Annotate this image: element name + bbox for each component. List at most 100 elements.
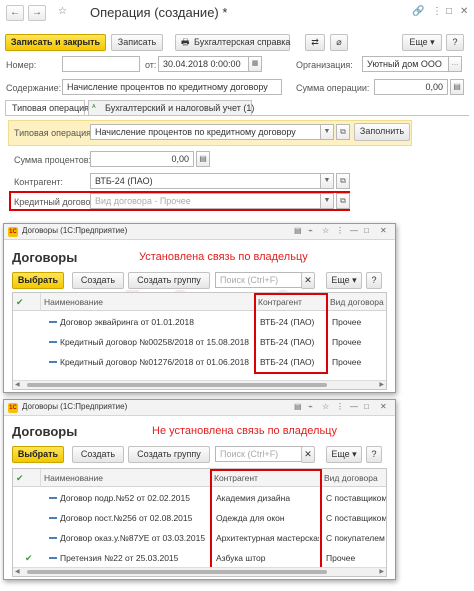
scroll-right-icon[interactable]: ▶ xyxy=(379,568,384,576)
help-button[interactable]: ? xyxy=(446,34,464,51)
table-cell-name[interactable]: Договор подр.№52 от 02.02.2015 xyxy=(57,488,211,508)
star-icon[interactable]: ☆ xyxy=(322,402,329,411)
table-cell-name[interactable]: Кредитный договор №01276/2018 от 01.06.2… xyxy=(57,352,255,372)
column-header-name[interactable]: Наименование xyxy=(41,469,211,487)
contract-field[interactable]: Вид договора - Прочее ▼ xyxy=(90,193,334,209)
forward-button[interactable]: → xyxy=(28,5,46,21)
create-group-button[interactable]: Создать группу xyxy=(128,446,210,463)
interest-calculator-icon[interactable]: ▤ xyxy=(196,151,210,167)
contract-label: Кредитный договор: xyxy=(14,197,98,207)
open-icon[interactable]: ⧉ xyxy=(336,124,350,140)
number-field[interactable] xyxy=(62,56,140,72)
create-button[interactable]: Создать xyxy=(72,272,124,289)
more-button[interactable]: Еще ▾ xyxy=(326,272,362,289)
scroll-left-icon[interactable]: ◀ xyxy=(15,381,20,389)
maximize-icon[interactable]: □ xyxy=(446,6,452,17)
link-icon[interactable]: ⌁ xyxy=(308,226,313,235)
menu-icon[interactable]: ⋮ xyxy=(336,402,344,411)
calculator-icon[interactable]: ▤ xyxy=(450,79,464,95)
org-value: Уютный дом ООО xyxy=(367,59,442,69)
close-icon[interactable]: ✕ xyxy=(460,6,468,17)
more-button[interactable]: Еще ▾ xyxy=(326,446,362,463)
org-field[interactable]: Уютный дом ООО … xyxy=(362,56,462,72)
content-field[interactable]: Начисление процентов по кредитному догов… xyxy=(62,79,282,95)
table-cell-name[interactable]: Договор пост.№256 от 02.08.2015 xyxy=(57,508,211,528)
save-and-close-button[interactable]: Записать и закрыть xyxy=(5,34,106,51)
scroll-thumb[interactable] xyxy=(27,383,327,387)
scroll-thumb[interactable] xyxy=(27,570,327,574)
table-cell-name[interactable]: Кредитный договор №00258/2018 от 15.08.2… xyxy=(57,332,255,352)
more-button[interactable]: Еще ▾ xyxy=(402,34,442,51)
select-button[interactable]: Выбрать xyxy=(12,446,64,463)
back-button[interactable]: ← xyxy=(6,5,24,21)
attachment-icon[interactable]: ⌀ xyxy=(330,34,348,51)
maximize-icon[interactable]: □ xyxy=(364,226,369,235)
calendar-icon[interactable]: ▦ xyxy=(248,57,261,71)
open-icon[interactable]: ⧉ xyxy=(336,173,350,189)
star-icon[interactable]: ☆ xyxy=(322,226,329,235)
history-icon[interactable]: ▤ xyxy=(294,402,302,411)
history-icon[interactable]: ▤ xyxy=(294,226,302,235)
dt-kt-icon[interactable]: ⇄ xyxy=(305,34,325,51)
create-button[interactable]: Создать xyxy=(72,446,124,463)
link-icon[interactable]: ⌁ xyxy=(308,402,313,411)
more-label: Еще xyxy=(331,275,350,285)
menu-icon[interactable]: ⋮ xyxy=(336,226,344,235)
minimize-icon[interactable]: — xyxy=(350,226,358,235)
accounting-tab-icon: ᴬ xyxy=(92,103,96,112)
date-field[interactable]: 30.04.2018 0:00:00 ▦ xyxy=(158,56,262,72)
table-cell-kind[interactable]: С поставщиком xyxy=(323,488,386,508)
chevron-down-icon[interactable]: ▼ xyxy=(320,194,333,208)
table-cell-kind[interactable]: Прочее xyxy=(323,548,386,568)
horizontal-scrollbar[interactable]: ◀ ▶ xyxy=(13,380,386,389)
chevron-down-icon[interactable]: ▼ xyxy=(320,125,333,139)
tab-accounting[interactable]: ᴬ Бухгалтерский и налоговый учет (1) xyxy=(88,100,254,115)
typical-op-field[interactable]: Начисление процентов по кредитному догов… xyxy=(90,124,334,140)
date-value: 30.04.2018 0:00:00 xyxy=(163,59,241,69)
column-header-name[interactable]: Наименование xyxy=(41,293,255,311)
search-input[interactable]: Поиск (Ctrl+F) xyxy=(215,446,311,462)
table-cell-kind[interactable]: С покупателем xyxy=(323,528,386,548)
table-cell-name[interactable]: Договор оказ.у.№87УЕ от 03.03.2015 xyxy=(57,528,211,548)
table-cell-kind[interactable]: Прочее xyxy=(329,312,386,332)
contract-item-icon xyxy=(49,537,57,539)
create-group-button[interactable]: Создать группу xyxy=(128,272,210,289)
save-button[interactable]: Записать xyxy=(111,34,163,51)
horizontal-scrollbar[interactable]: ◀ ▶ xyxy=(13,567,386,576)
counterparty-field[interactable]: ВТБ-24 (ПАО) ▼ xyxy=(90,173,334,189)
operation-form: ← → ☆ Операция (создание) * 🔗 ⋮ □ ✕ Запи… xyxy=(0,0,474,228)
clear-search-icon[interactable]: ✕ xyxy=(301,446,315,463)
star-icon[interactable]: ☆ xyxy=(58,6,67,17)
dialog-window-title: Договоры (1С:Предприятие) xyxy=(22,402,128,411)
link-icon[interactable]: 🔗 xyxy=(412,6,424,17)
close-icon[interactable]: ✕ xyxy=(380,402,387,411)
maximize-icon[interactable]: □ xyxy=(364,402,369,411)
help-button[interactable]: ? xyxy=(366,446,382,463)
search-input[interactable]: Поиск (Ctrl+F) xyxy=(215,272,311,288)
column-header-kind[interactable]: Вид договора xyxy=(327,293,386,311)
org-select-icon[interactable]: … xyxy=(448,57,461,71)
sum-field[interactable]: 0,00 xyxy=(374,79,448,95)
table-cell-kind[interactable]: С поставщиком xyxy=(323,508,386,528)
table-cell-kind[interactable]: Прочее xyxy=(329,352,386,372)
org-label: Организация: xyxy=(296,60,353,70)
table-cell-kind[interactable]: Прочее xyxy=(329,332,386,352)
table-cell-name[interactable]: Претензия №22 от 25.03.2015 xyxy=(57,548,211,568)
tab-typical-operation[interactable]: Типовая операция xyxy=(5,100,89,116)
menu-icon[interactable]: ⋮ xyxy=(432,6,442,17)
scroll-left-icon[interactable]: ◀ xyxy=(15,568,20,576)
help-button[interactable]: ? xyxy=(366,272,382,289)
scroll-right-icon[interactable]: ▶ xyxy=(379,381,384,389)
chevron-down-icon[interactable]: ▼ xyxy=(320,174,333,188)
fill-button[interactable]: Заполнить xyxy=(354,123,410,141)
select-button[interactable]: Выбрать xyxy=(12,272,64,289)
open-icon[interactable]: ⧉ xyxy=(336,193,350,209)
close-icon[interactable]: ✕ xyxy=(380,226,387,235)
accounting-reference-button[interactable]: 🖶 Бухгалтерская справка xyxy=(175,34,290,51)
clear-search-icon[interactable]: ✕ xyxy=(301,272,315,289)
minimize-icon[interactable]: — xyxy=(350,402,358,411)
number-label: Номер: xyxy=(6,60,37,70)
table-cell-name[interactable]: Договор эквайринга от 01.01.2018 xyxy=(57,312,255,332)
column-header-kind[interactable]: Вид договора xyxy=(321,469,386,487)
interest-field[interactable]: 0,00 xyxy=(90,151,194,167)
